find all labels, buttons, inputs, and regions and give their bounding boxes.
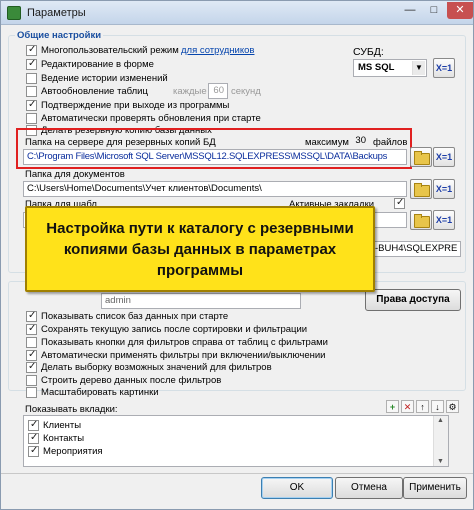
access-rights-button[interactable]: Права доступа: [365, 289, 461, 311]
history-checkbox[interactable]: [26, 73, 37, 84]
app-icon: [7, 6, 21, 20]
check-updates-checkbox[interactable]: [26, 113, 37, 124]
templates-browse-folder-icon[interactable]: [410, 210, 432, 230]
backup-x1-button[interactable]: X=1: [433, 147, 455, 167]
data-tree-label: Строить дерево данных после фильтров: [41, 375, 222, 386]
chevron-down-icon: ▼: [412, 61, 425, 75]
window-title: Параметры: [27, 7, 86, 19]
callout-text: Настройка пути к каталогу с резервными к…: [46, 220, 354, 279]
autorefresh-label: Автообновление таблиц: [41, 86, 148, 97]
dbms-label: СУБД:: [353, 46, 384, 58]
scale-images-checkbox[interactable]: [26, 387, 37, 398]
minimize-button[interactable]: —: [399, 2, 421, 19]
close-button[interactable]: ✕: [447, 2, 473, 19]
keep-record-checkbox[interactable]: [26, 323, 37, 335]
for-staff-link[interactable]: для сотрудников: [181, 45, 254, 56]
add-tab-icon[interactable]: +: [386, 400, 399, 413]
documents-x1-button[interactable]: X=1: [433, 179, 455, 199]
bottom-separator: [1, 473, 473, 474]
filter-buttons-checkbox[interactable]: [26, 337, 37, 348]
active-bookmarks-checkbox[interactable]: [394, 197, 405, 209]
exit-confirm-label: Подтверждение при выходе из программы: [41, 100, 230, 111]
tab-events-checkbox[interactable]: [28, 445, 39, 457]
tabs-listbox[interactable]: Клиенты Контакты Мероприятия: [23, 415, 449, 467]
data-tree-checkbox[interactable]: [26, 375, 37, 386]
auto-apply-filters-checkbox[interactable]: [26, 349, 37, 361]
user-input[interactable]: admin: [101, 293, 301, 309]
autorefresh-seconds-input[interactable]: 60: [208, 83, 228, 99]
exit-confirm-checkbox[interactable]: [26, 99, 37, 111]
tab-clients-checkbox[interactable]: [28, 419, 39, 431]
maximize-button[interactable]: □: [423, 2, 445, 19]
documents-path-input[interactable]: C:\Users\Home\Documents\Учет клиентов\Do…: [23, 181, 407, 197]
form-edit-checkbox[interactable]: [26, 58, 37, 70]
tabs-scrollbar[interactable]: [433, 416, 448, 466]
filter-values-checkbox[interactable]: [26, 361, 37, 373]
documents-browse-folder-icon[interactable]: [410, 179, 432, 199]
history-label: Ведение истории изменений: [41, 73, 168, 84]
dbms-value: MS SQL: [358, 62, 395, 73]
multiuser-checkbox[interactable]: [26, 44, 37, 56]
check-updates-label: Автоматически проверять обновления при с…: [41, 113, 261, 124]
documents-folder-label: Папка для документов: [25, 169, 125, 180]
tab-settings-icon[interactable]: ⚙: [446, 400, 459, 413]
tab-clients-label: Клиенты: [43, 420, 82, 431]
keep-record-label: Сохранять текущую запись после сортировк…: [41, 324, 308, 335]
server-name-input[interactable]: -BUH4\SQLEXPRE: [371, 241, 461, 257]
parameters-window: Параметры — □ ✕ Общие настройки Многопол…: [0, 0, 474, 510]
form-edit-label: Редактирование в форме: [41, 59, 154, 70]
scale-images-label: Масштабировать картинки: [41, 387, 159, 398]
dbms-select[interactable]: MS SQL ▼: [353, 59, 427, 77]
tab-events-label: Мероприятия: [43, 446, 103, 457]
autorefresh-unit-label: секунд: [231, 86, 261, 97]
multiuser-label: Многопользовательский режим: [41, 45, 179, 56]
templates-x1-button[interactable]: X=1: [433, 210, 455, 230]
show-db-list-label: Показывать список баз данных при старте: [41, 311, 229, 322]
auto-apply-filters-label: Автоматически применять фильтры при вклю…: [41, 350, 326, 361]
backup-path-highlight: [16, 128, 412, 169]
show-tabs-label: Показывать вкладки:: [25, 404, 118, 415]
ok-button[interactable]: OK: [261, 477, 333, 499]
title-bar[interactable]: Параметры — □ ✕: [1, 1, 473, 25]
move-down-icon[interactable]: ↓: [431, 400, 444, 413]
filter-values-label: Делать выборку возможных значений для фи…: [41, 362, 272, 373]
tab-contacts-label: Контакты: [43, 433, 85, 444]
dbms-x1-button[interactable]: X=1: [433, 58, 455, 78]
move-up-icon[interactable]: ↑: [416, 400, 429, 413]
cancel-button[interactable]: Отмена: [335, 477, 403, 499]
callout-annotation: Настройка пути к каталогу с резервными к…: [25, 206, 375, 292]
apply-button[interactable]: Применить: [403, 477, 467, 499]
tab-contacts-checkbox[interactable]: [28, 432, 39, 444]
autorefresh-every-label: каждые: [173, 86, 207, 97]
show-db-list-checkbox[interactable]: [26, 310, 37, 322]
remove-tab-icon[interactable]: ✕: [401, 400, 414, 413]
backup-browse-folder-icon[interactable]: [410, 147, 432, 167]
autorefresh-checkbox[interactable]: [26, 86, 37, 97]
general-settings-legend: Общие настройки: [15, 30, 104, 41]
filter-buttons-label: Показывать кнопки для фильтров справа от…: [41, 337, 328, 348]
